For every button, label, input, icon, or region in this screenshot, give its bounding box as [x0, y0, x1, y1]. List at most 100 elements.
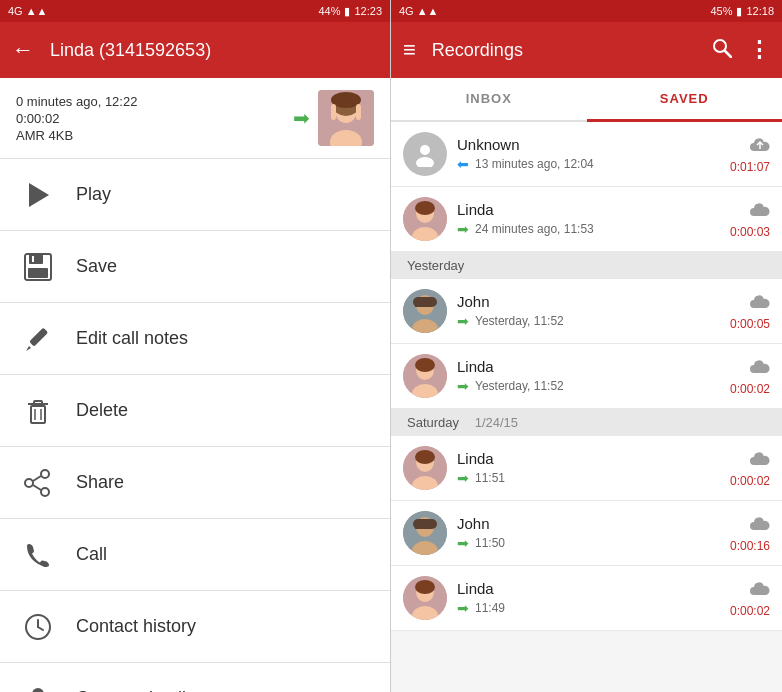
- svg-point-20: [41, 488, 49, 496]
- rec-name-linda-yesterday: Linda: [457, 358, 720, 375]
- rec-item-unknown[interactable]: Unknown ⬅ 13 minutes ago, 12:04 0:01:07: [391, 122, 782, 187]
- outgoing-arrow-sat2-icon: ➡: [457, 600, 469, 616]
- menu-list: Play Save Edit call notes: [0, 159, 390, 692]
- cloud-icon-svg3: [750, 359, 770, 373]
- contact-details-icon: [20, 684, 56, 693]
- history-icon: [20, 612, 56, 642]
- rec-name-linda-sat2: Linda: [457, 580, 720, 597]
- rec-item-john-sat[interactable]: John ➡ 11:50 0:00:16: [391, 501, 782, 566]
- rec-time-linda-today: ➡ 24 minutes ago, 11:53: [457, 221, 720, 237]
- menu-item-contact-history[interactable]: Contact history: [0, 591, 390, 663]
- rec-time-linda-yesterday: ➡ Yesterday, 11:52: [457, 378, 720, 394]
- left-status-left: 4G ▲▲: [8, 5, 47, 17]
- search-button[interactable]: [712, 38, 732, 63]
- delete-label: Delete: [76, 400, 128, 421]
- recording-format: AMR 4KB: [16, 128, 137, 143]
- save-icon: [20, 252, 56, 282]
- cloud-icon-svg4: [750, 451, 770, 465]
- rec-name-linda-today: Linda: [457, 201, 720, 218]
- contact-avatar: [318, 90, 374, 146]
- rec-time-text-john-sat: 11:50: [475, 536, 505, 550]
- rec-item-john-yesterday[interactable]: John ➡ Yesterday, 11:52 0:00:05: [391, 279, 782, 344]
- menu-item-call[interactable]: Call: [0, 519, 390, 591]
- svg-rect-5: [331, 104, 336, 120]
- svg-point-21: [25, 479, 33, 487]
- right-battery: 45%: [710, 5, 732, 17]
- rec-right-john-yesterday: 0:00:05: [730, 292, 770, 331]
- cloud-icon-john-yesterday: [750, 292, 770, 313]
- person-icon: [23, 684, 53, 693]
- rec-duration-linda-sat2: 0:00:02: [730, 604, 770, 618]
- linda-face-sat1: [403, 446, 447, 490]
- more-options-button[interactable]: ⋮: [748, 37, 770, 63]
- right-header-title: Recordings: [432, 40, 696, 61]
- tab-saved[interactable]: SAVED: [587, 78, 783, 122]
- svg-rect-43: [420, 297, 430, 302]
- rec-item-linda-sat1[interactable]: Linda ➡ 11:51 0:00:02: [391, 436, 782, 501]
- outgoing-arrow-linda-yesterday-icon: ➡: [457, 378, 469, 394]
- cloud-icon-sat2: [750, 579, 770, 600]
- svg-line-23: [33, 485, 41, 490]
- rec-right-linda-sat1: 0:00:02: [730, 449, 770, 488]
- john-avatar-sat: [403, 511, 447, 555]
- menu-item-save[interactable]: Save: [0, 231, 390, 303]
- rec-info-linda-sat1: Linda ➡ 11:51: [457, 450, 720, 486]
- cloud-icon-linda-yesterday: [750, 357, 770, 378]
- rec-time-text-unknown: 13 minutes ago, 12:04: [475, 157, 594, 171]
- svg-point-32: [416, 157, 434, 167]
- rec-time-text-linda-today: 24 minutes ago, 11:53: [475, 222, 594, 236]
- svg-line-26: [38, 627, 43, 630]
- left-battery-icon: ▮: [344, 5, 350, 18]
- rec-item-linda-yesterday[interactable]: Linda ➡ Yesterday, 11:52 0:00:02: [391, 344, 782, 409]
- svg-point-37: [415, 201, 435, 215]
- svg-line-22: [33, 476, 41, 481]
- phone-icon: [23, 540, 53, 570]
- menu-item-delete[interactable]: Delete: [0, 375, 390, 447]
- linda-avatar-yesterday: [403, 354, 447, 398]
- tab-inbox[interactable]: INBOX: [391, 78, 587, 122]
- right-signal: ▲▲: [417, 5, 439, 17]
- section-saturday: Saturday 1/24/15: [391, 409, 782, 436]
- rec-time-linda-sat2: ➡ 11:49: [457, 600, 720, 616]
- cloud-icon-john-sat: [750, 514, 770, 535]
- svg-line-30: [725, 51, 731, 57]
- pencil-icon: [23, 324, 53, 354]
- linda-avatar-svg: [318, 90, 374, 146]
- left-time: 12:23: [354, 5, 382, 17]
- rec-time-unknown: ⬅ 13 minutes ago, 12:04: [457, 156, 720, 172]
- menu-item-play[interactable]: Play: [0, 159, 390, 231]
- rec-right-john-sat: 0:00:16: [730, 514, 770, 553]
- rec-name-linda-sat1: Linda: [457, 450, 720, 467]
- outgoing-arrow-john-sat-icon: ➡: [457, 535, 469, 551]
- search-icon: [712, 38, 732, 58]
- rec-info-unknown: Unknown ⬅ 13 minutes ago, 12:04: [457, 136, 720, 172]
- play-icon: [20, 180, 56, 210]
- svg-rect-57: [420, 519, 430, 524]
- section-yesterday-label: Yesterday: [407, 258, 464, 273]
- recording-time-ago: 0 minutes ago, 12:22: [16, 94, 137, 109]
- rec-right-unknown: 0:01:07: [730, 135, 770, 174]
- svg-rect-12: [29, 327, 48, 346]
- menu-item-share[interactable]: Share: [0, 447, 390, 519]
- rec-right-linda-yesterday: 0:00:02: [730, 357, 770, 396]
- svg-marker-13: [26, 346, 31, 351]
- linda-avatar-today: [403, 197, 447, 241]
- hamburger-menu-button[interactable]: ≡: [403, 37, 416, 63]
- right-status-bar: 4G ▲▲ 45% ▮ 12:18: [391, 0, 782, 22]
- rec-item-linda-today[interactable]: Linda ➡ 24 minutes ago, 11:53 0:00:03: [391, 187, 782, 252]
- right-battery-icon: ▮: [736, 5, 742, 18]
- menu-item-edit[interactable]: Edit call notes: [0, 303, 390, 375]
- right-status-left: 4G ▲▲: [399, 5, 438, 17]
- svg-rect-56: [415, 521, 418, 529]
- section-saturday-date: 1/24/15: [475, 415, 518, 430]
- menu-item-contact-details[interactable]: Contact details: [0, 663, 390, 692]
- linda-face-yesterday: [403, 354, 447, 398]
- rec-item-linda-sat2[interactable]: Linda ➡ 11:49 0:00:02: [391, 566, 782, 631]
- left-battery: 44%: [318, 5, 340, 17]
- right-header: ≡ Recordings ⋮: [391, 22, 782, 78]
- call-label: Call: [76, 544, 107, 565]
- back-button[interactable]: ←: [12, 37, 34, 63]
- rec-time-text-linda-sat2: 11:49: [475, 601, 505, 615]
- svg-marker-7: [29, 183, 49, 207]
- rec-info-john-sat: John ➡ 11:50: [457, 515, 720, 551]
